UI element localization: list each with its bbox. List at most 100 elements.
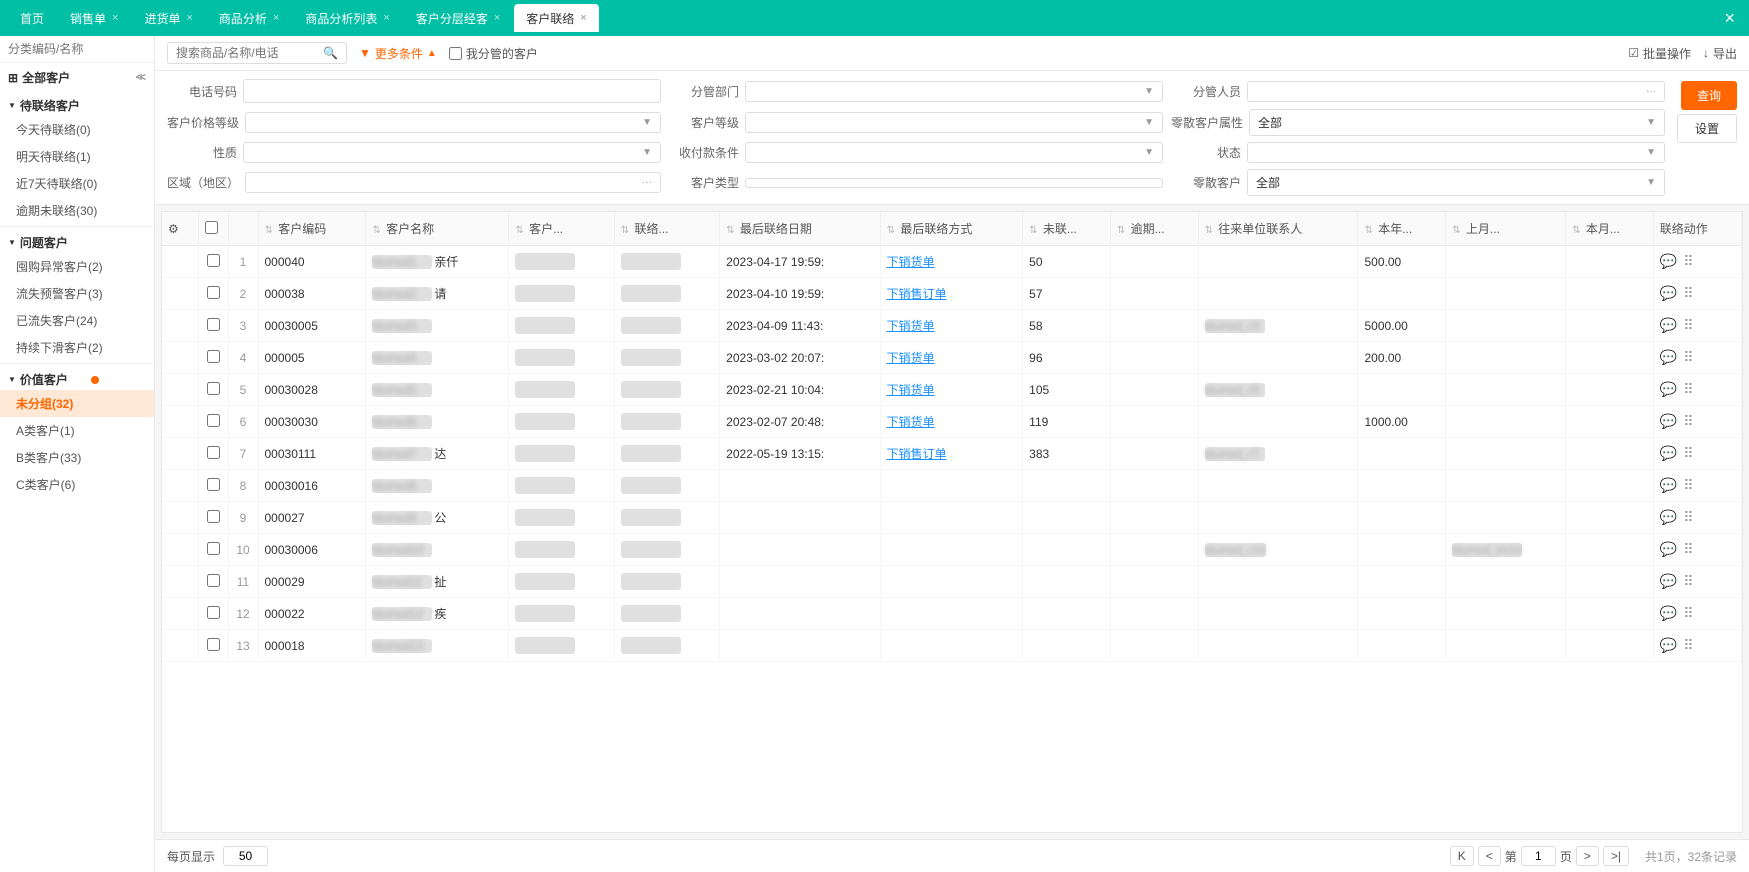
col-overdue[interactable]: ⇅ 逾期... xyxy=(1110,212,1198,246)
contact-more-icon[interactable]: ⠿ xyxy=(1683,445,1693,462)
row-checkbox-cell[interactable] xyxy=(198,246,228,278)
row-last-method-cell[interactable]: 下销售订单 xyxy=(880,438,1023,470)
customer-level-select[interactable]: ▼ xyxy=(745,112,1163,133)
col-last-contact-date[interactable]: ⇅ 最后联络日期 xyxy=(720,212,880,246)
search-icon[interactable]: 🔍 xyxy=(323,46,338,60)
col-this-month[interactable]: ⇅ 本月... xyxy=(1566,212,1654,246)
sidebar-item-overdue-no-contact[interactable]: 逾期未联络(30) xyxy=(0,197,154,224)
tab-product-analysis[interactable]: 商品分析 × xyxy=(207,4,291,32)
row-checkbox-cell[interactable] xyxy=(198,278,228,310)
contact-chat-icon[interactable]: 💬 xyxy=(1660,573,1677,590)
sidebar-item-churned[interactable]: 已流失客户(24) xyxy=(0,307,154,334)
row-checkbox[interactable] xyxy=(207,542,220,555)
col-last-contact-method[interactable]: ⇅ 最后联络方式 xyxy=(880,212,1023,246)
last-method-link[interactable]: 下销货单 xyxy=(887,415,935,429)
close-all-tabs-button[interactable]: × xyxy=(1718,8,1741,29)
reset-button[interactable]: 设置 xyxy=(1677,114,1737,143)
first-page-button[interactable]: K xyxy=(1450,846,1474,866)
contact-chat-icon[interactable]: 💬 xyxy=(1660,445,1677,462)
col-related-contacts[interactable]: ⇅ 往来单位联系人 xyxy=(1198,212,1358,246)
row-checkbox[interactable] xyxy=(207,638,220,651)
col-customer-type[interactable]: ⇅ 客户... xyxy=(509,212,614,246)
batch-operations-button[interactable]: ☑ 批量操作 xyxy=(1628,45,1691,62)
col-customer-code[interactable]: ⇅ 客户编码 xyxy=(258,212,366,246)
prev-page-button[interactable]: < xyxy=(1478,846,1501,866)
contact-more-icon[interactable]: ⠿ xyxy=(1683,413,1693,430)
row-last-method-cell[interactable]: 下销货单 xyxy=(880,342,1023,374)
col-this-year[interactable]: ⇅ 本年... xyxy=(1358,212,1446,246)
contact-chat-icon[interactable]: 💬 xyxy=(1660,605,1677,622)
contact-more-icon[interactable]: ⠿ xyxy=(1683,285,1693,302)
row-checkbox[interactable] xyxy=(207,478,220,491)
tab-customer-segment[interactable]: 客户分层经客 × xyxy=(404,4,512,32)
row-checkbox-cell[interactable] xyxy=(198,598,228,630)
next-page-button[interactable]: > xyxy=(1576,846,1599,866)
row-last-method-cell[interactable]: 下销货单 xyxy=(880,374,1023,406)
dept-select[interactable]: ▼ xyxy=(745,81,1163,102)
row-checkbox-cell[interactable] xyxy=(198,534,228,566)
region-select[interactable]: ··· xyxy=(245,172,661,193)
ctype-select[interactable] xyxy=(745,178,1163,188)
sidebar-item-hoarding-abnormal[interactable]: 囤购异常客户(2) xyxy=(0,253,154,280)
contact-chat-icon[interactable]: 💬 xyxy=(1660,317,1677,334)
settings-icon[interactable]: ⚙ xyxy=(168,222,179,236)
tab-customer-contact[interactable]: 客户联络 × xyxy=(514,4,598,32)
contact-more-icon[interactable]: ⠿ xyxy=(1683,349,1693,366)
row-checkbox-cell[interactable] xyxy=(198,502,228,534)
row-checkbox-cell[interactable] xyxy=(198,342,228,374)
contact-more-icon[interactable]: ⠿ xyxy=(1683,317,1693,334)
row-checkbox[interactable] xyxy=(207,574,220,587)
row-checkbox[interactable] xyxy=(207,510,220,523)
row-checkbox[interactable] xyxy=(207,254,220,267)
contact-chat-icon[interactable]: 💬 xyxy=(1660,413,1677,430)
sidebar-group-value[interactable]: ▼ 价值客户 xyxy=(0,366,154,390)
tab-customer-contact-close[interactable]: × xyxy=(580,12,586,24)
contact-more-icon[interactable]: ⠿ xyxy=(1683,509,1693,526)
sidebar-group-problem[interactable]: ▼ 问题客户 xyxy=(0,229,154,253)
contact-chat-icon[interactable]: 💬 xyxy=(1660,381,1677,398)
sidebar-item-class-a[interactable]: A类客户(1) xyxy=(0,417,154,444)
row-checkbox-cell[interactable] xyxy=(198,438,228,470)
export-button[interactable]: ↓ 导出 xyxy=(1703,45,1737,62)
last-method-link[interactable]: 下销货单 xyxy=(887,319,935,333)
contact-more-icon[interactable]: ⠿ xyxy=(1683,381,1693,398)
sidebar-item-class-c[interactable]: C类客户(6) xyxy=(0,471,154,498)
row-checkbox[interactable] xyxy=(207,414,220,427)
retail-customer-select[interactable]: 全部 ▼ xyxy=(1247,169,1665,196)
sidebar-group-pending[interactable]: ▼ 待联络客户 xyxy=(0,92,154,116)
row-checkbox[interactable] xyxy=(207,350,220,363)
sidebar-item-unclassified[interactable]: 未分组(32) xyxy=(0,390,154,417)
row-checkbox[interactable] xyxy=(207,382,220,395)
tab-product-analysis-list[interactable]: 商品分析列表 × xyxy=(293,4,401,32)
sidebar-search-input[interactable] xyxy=(8,42,155,56)
tab-home[interactable]: 首页 xyxy=(8,4,56,32)
my-customers-checkbox[interactable] xyxy=(449,47,462,60)
tab-sales-close[interactable]: × xyxy=(112,12,118,24)
tab-customer-segment-close[interactable]: × xyxy=(494,12,500,24)
tab-product-analysis-close[interactable]: × xyxy=(273,12,279,24)
contact-more-icon[interactable]: ⠿ xyxy=(1683,637,1693,654)
select-all-checkbox[interactable] xyxy=(205,221,218,234)
last-method-link[interactable]: 下销货单 xyxy=(887,383,935,397)
more-conditions-button[interactable]: ▼ 更多条件 ▲ xyxy=(359,45,437,62)
row-last-method-cell[interactable]: 下销货单 xyxy=(880,246,1023,278)
col-customer-name[interactable]: ⇅ 客户名称 xyxy=(366,212,509,246)
contact-chat-icon[interactable]: 💬 xyxy=(1660,637,1677,654)
row-checkbox-cell[interactable] xyxy=(198,374,228,406)
row-checkbox-cell[interactable] xyxy=(198,406,228,438)
row-checkbox-cell[interactable] xyxy=(198,470,228,502)
contact-more-icon[interactable]: ⠿ xyxy=(1683,573,1693,590)
contact-chat-icon[interactable]: 💬 xyxy=(1660,285,1677,302)
sidebar-item-class-b[interactable]: B类客户(33) xyxy=(0,444,154,471)
query-button[interactable]: 查询 xyxy=(1681,81,1737,110)
phone-input[interactable] xyxy=(243,79,661,103)
contact-more-icon[interactable]: ⠿ xyxy=(1683,253,1693,270)
per-page-input[interactable] xyxy=(223,846,268,866)
retail-attr-select[interactable]: 全部 ▼ xyxy=(1249,109,1665,136)
col-last-month[interactable]: ⇅ 上月... xyxy=(1446,212,1566,246)
row-last-method-cell[interactable]: 下销售订单 xyxy=(880,278,1023,310)
last-method-link[interactable]: 下销售订单 xyxy=(887,447,947,461)
payment-select[interactable]: ▼ xyxy=(745,142,1163,163)
status-select[interactable]: ▼ xyxy=(1247,142,1665,163)
col-no-contact-days[interactable]: ⇅ 未联... xyxy=(1023,212,1111,246)
